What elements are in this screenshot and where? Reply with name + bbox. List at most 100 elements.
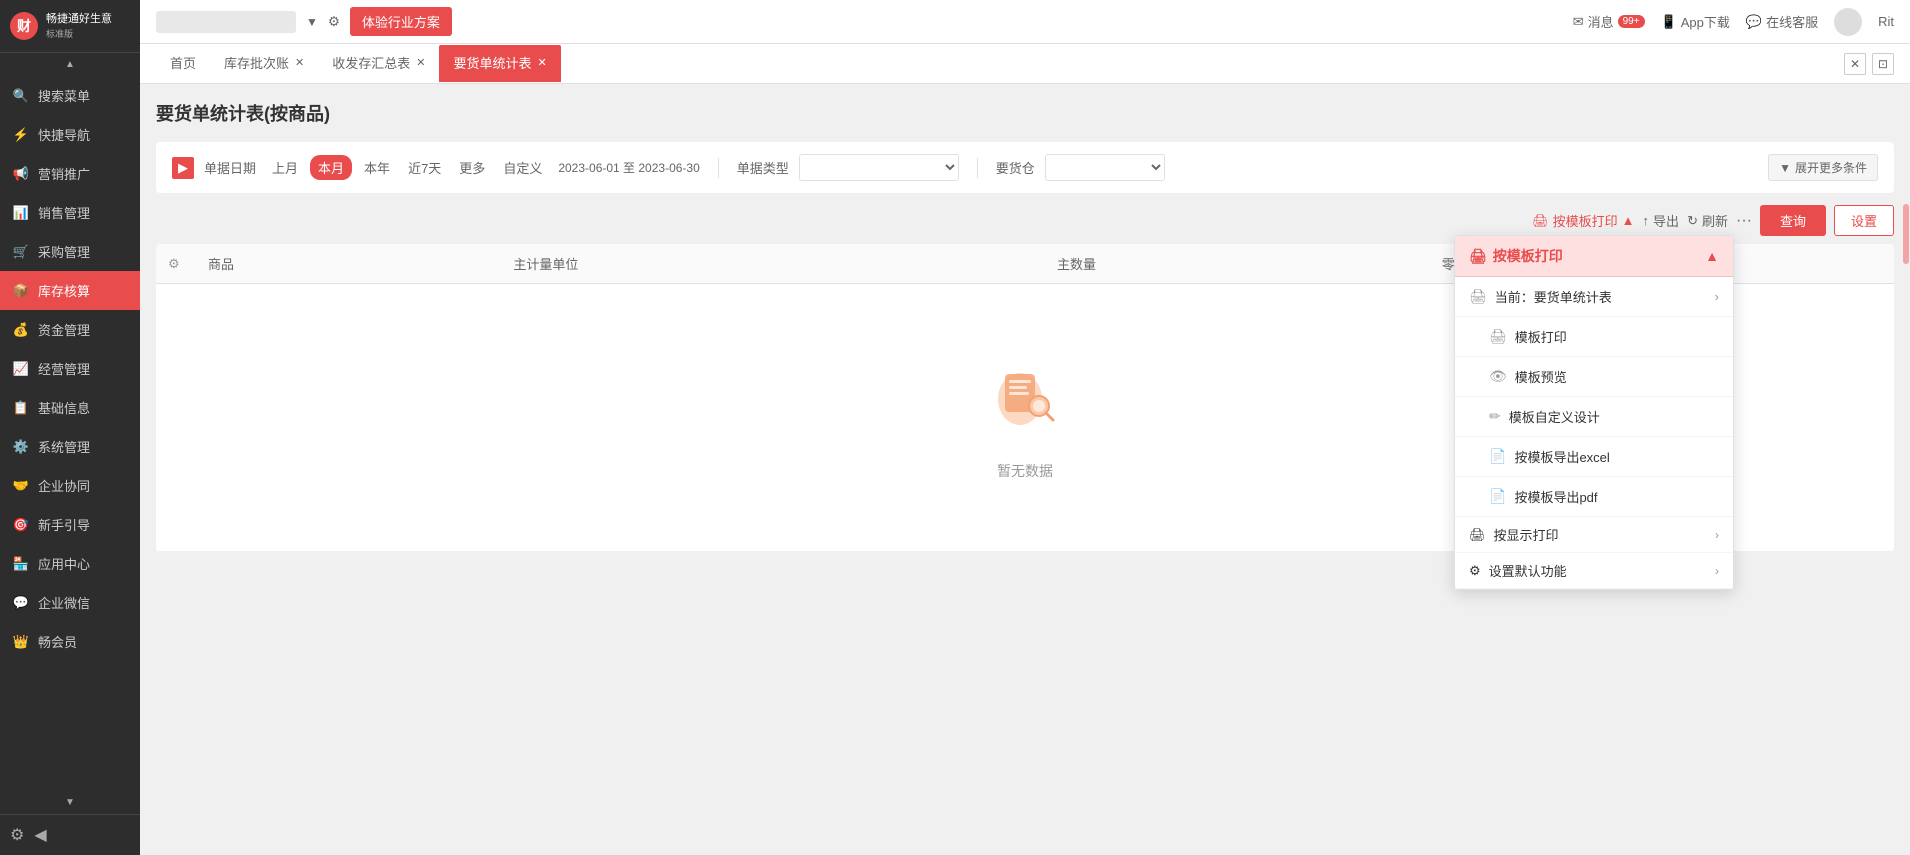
basic-icon: 📋 [12, 399, 30, 417]
sidebar-scroll-down[interactable]: ▼ [0, 791, 140, 814]
page-content: 要货单统计表(按商品) ▶ 单据日期 上月 本月 本年 近7天 更多 自定义 2… [140, 84, 1910, 855]
sidebar-item-marketing[interactable]: 📢 营销推广 [0, 154, 140, 193]
topbar-dropdown-btn[interactable]: ▼ [306, 15, 318, 29]
sidebar-item-sales[interactable]: 📊 销售管理 [0, 193, 140, 232]
tab-controls: ✕ ⊡ [1844, 53, 1894, 75]
yh-category-select[interactable] [1045, 154, 1165, 181]
tab-close-window-btn[interactable]: ✕ [1844, 53, 1866, 75]
tab-receipt-summary-label: 收发存汇总表 [332, 53, 410, 72]
sidebar-item-label: 系统管理 [38, 437, 90, 456]
template-design-icon: ✏ [1489, 408, 1501, 425]
date-btn-more[interactable]: 更多 [453, 155, 491, 180]
more-btn[interactable]: ··· [1736, 212, 1752, 230]
export-btn[interactable]: ↑ 导出 [1643, 211, 1680, 230]
print-dropdown-header: 🖨 按模板打印 ▲ [1455, 236, 1733, 277]
tab-inventory-batch[interactable]: 库存批次账 ✕ [210, 45, 318, 82]
tab-receipt-summary-close[interactable]: ✕ [416, 56, 425, 69]
sidebar-item-member[interactable]: 👑 畅会员 [0, 622, 140, 661]
tabs-bar: 首页 库存批次账 ✕ 收发存汇总表 ✕ 要货单统计表 ✕ ✕ ⊡ [140, 44, 1910, 84]
refresh-btn[interactable]: ↻ 刷新 [1687, 211, 1728, 230]
topbar-gear-btn[interactable]: ⚙ [328, 14, 340, 30]
sidebar-item-appstore[interactable]: 🏪 应用中心 [0, 544, 140, 583]
date-btn-prev-month[interactable]: 上月 [266, 155, 304, 180]
print-dropdown-section-display[interactable]: 🖨 按显示打印 › [1455, 517, 1733, 553]
date-btn-7days[interactable]: 近7天 [402, 155, 447, 180]
sidebar-item-label: 企业协同 [38, 476, 90, 495]
display-print-label: 按显示打印 [1494, 525, 1559, 544]
print-dropdown-item-excel[interactable]: 📄 按模板导出excel [1455, 437, 1733, 477]
print-dropdown-section-default[interactable]: ⚙ 设置默认功能 › [1455, 553, 1733, 589]
tab-receipt-summary[interactable]: 收发存汇总表 ✕ [318, 45, 439, 82]
message-action[interactable]: ✉ 消息 99+ [1573, 12, 1645, 31]
app-download-action[interactable]: 📱 App下载 [1661, 12, 1730, 31]
sidebar-item-basic[interactable]: 📋 基础信息 [0, 388, 140, 427]
tab-inventory-batch-label: 库存批次账 [224, 53, 289, 72]
date-btn-current-month[interactable]: 本月 [310, 155, 352, 180]
print-template-btn[interactable]: 🖨 按模板打印 ▲ [1532, 211, 1634, 230]
print-dropdown-item-template-design[interactable]: ✏ 模板自定义设计 [1455, 397, 1733, 437]
collapse-sidebar-btn[interactable]: ◀ [34, 825, 46, 845]
sidebar-item-label: 快捷导航 [38, 125, 90, 144]
message-icon: ✉ [1573, 14, 1584, 30]
doc-type-select[interactable] [799, 154, 959, 181]
sidebar-item-purchase[interactable]: 🛒 采购管理 [0, 232, 140, 271]
query-btn[interactable]: 查询 [1760, 205, 1826, 236]
topbar: ▼ ⚙ 体验行业方案 ✉ 消息 99+ 📱 App下载 💬 在线客服 Rit [140, 0, 1910, 44]
expand-more-btn[interactable]: ▼ 展开更多条件 [1768, 154, 1878, 181]
sidebar-item-guide[interactable]: 🎯 新手引导 [0, 505, 140, 544]
col-product: 商品 [196, 244, 501, 284]
sidebar-item-search[interactable]: 🔍 搜索菜单 [0, 76, 140, 115]
more-label: ··· [1736, 212, 1752, 230]
sidebar-item-wechat[interactable]: 💬 企业微信 [0, 583, 140, 622]
search-icon: 🔍 [12, 87, 30, 105]
sidebar-item-label: 库存核算 [38, 281, 90, 300]
topbar-search-input[interactable] [156, 11, 296, 33]
online-service-action[interactable]: 💬 在线客服 [1746, 12, 1818, 31]
tab-home[interactable]: 首页 [156, 45, 210, 82]
tab-order-stats[interactable]: 要货单统计表 ✕ [439, 45, 560, 82]
refresh-label: 刷新 [1702, 211, 1728, 230]
scroll-up-btn[interactable]: ▲ [62, 56, 78, 73]
print-title-text: 按模板打印 [1493, 246, 1563, 266]
expand-icon: ▼ [1779, 161, 1791, 175]
print-current-template-item[interactable]: 🖨 当前：要货单统计表 › [1455, 277, 1733, 317]
scroll-down-btn[interactable]: ▼ [62, 794, 78, 811]
sidebar-item-label: 企业微信 [38, 593, 90, 612]
print-dropdown-close-btn[interactable]: ▲ [1705, 248, 1719, 264]
sidebar-item-system[interactable]: ⚙️ 系统管理 [0, 427, 140, 466]
wechat-icon: 💬 [12, 594, 30, 612]
app-download-label: App下载 [1681, 12, 1730, 31]
purchase-icon: 🛒 [12, 243, 30, 261]
settings-footer-btn[interactable]: ⚙ [10, 825, 24, 845]
date-btn-custom[interactable]: 自定义 [497, 155, 548, 180]
sidebar-item-quicknav[interactable]: ⚡ 快捷导航 [0, 115, 140, 154]
tab-maximize-btn[interactable]: ⊡ [1872, 53, 1894, 75]
right-scrollbar[interactable] [1902, 200, 1910, 855]
sidebar-item-finance[interactable]: 💰 资金管理 [0, 310, 140, 349]
sidebar-scroll-up[interactable]: ▲ [0, 53, 140, 76]
tab-inventory-batch-close[interactable]: ✕ [295, 56, 304, 69]
date-filter-label: 单据日期 [204, 158, 256, 177]
sidebar-item-inventory[interactable]: 📦 库存核算 [0, 271, 140, 310]
yh-filter-label: 要货仓 [996, 158, 1035, 177]
default-setting-arrow: › [1715, 564, 1719, 578]
topbar-actions: ✉ 消息 99+ 📱 App下载 💬 在线客服 Rit [1573, 8, 1894, 36]
sidebar-item-collab[interactable]: 🤝 企业协同 [0, 466, 140, 505]
print-dropdown-item-template-preview[interactable]: 👁 模板预览 [1455, 357, 1733, 397]
sidebar-item-operation[interactable]: 📈 经营管理 [0, 349, 140, 388]
filter-toggle-btn[interactable]: ▶ [172, 157, 194, 179]
close-arrow-icon: ▲ [1705, 248, 1719, 264]
col-settings[interactable]: ⚙ [156, 244, 196, 284]
trial-btn[interactable]: 体验行业方案 [350, 7, 452, 36]
collab-icon: 🤝 [12, 477, 30, 495]
user-avatar[interactable] [1834, 8, 1862, 36]
print-dropdown-item-pdf[interactable]: 📄 按模板导出pdf [1455, 477, 1733, 517]
date-btn-current-year[interactable]: 本年 [358, 155, 396, 180]
tab-order-stats-close[interactable]: ✕ [538, 56, 547, 69]
print-title-icon: 🖨 [1469, 248, 1487, 265]
table-settings-icon[interactable]: ⚙ [168, 256, 180, 271]
setting-btn[interactable]: 设置 [1834, 205, 1894, 236]
print-dropdown-title: 🖨 按模板打印 [1469, 246, 1563, 266]
inventory-icon: 📦 [12, 282, 30, 300]
print-dropdown-item-template-print[interactable]: 🖨 模板打印 [1455, 317, 1733, 357]
